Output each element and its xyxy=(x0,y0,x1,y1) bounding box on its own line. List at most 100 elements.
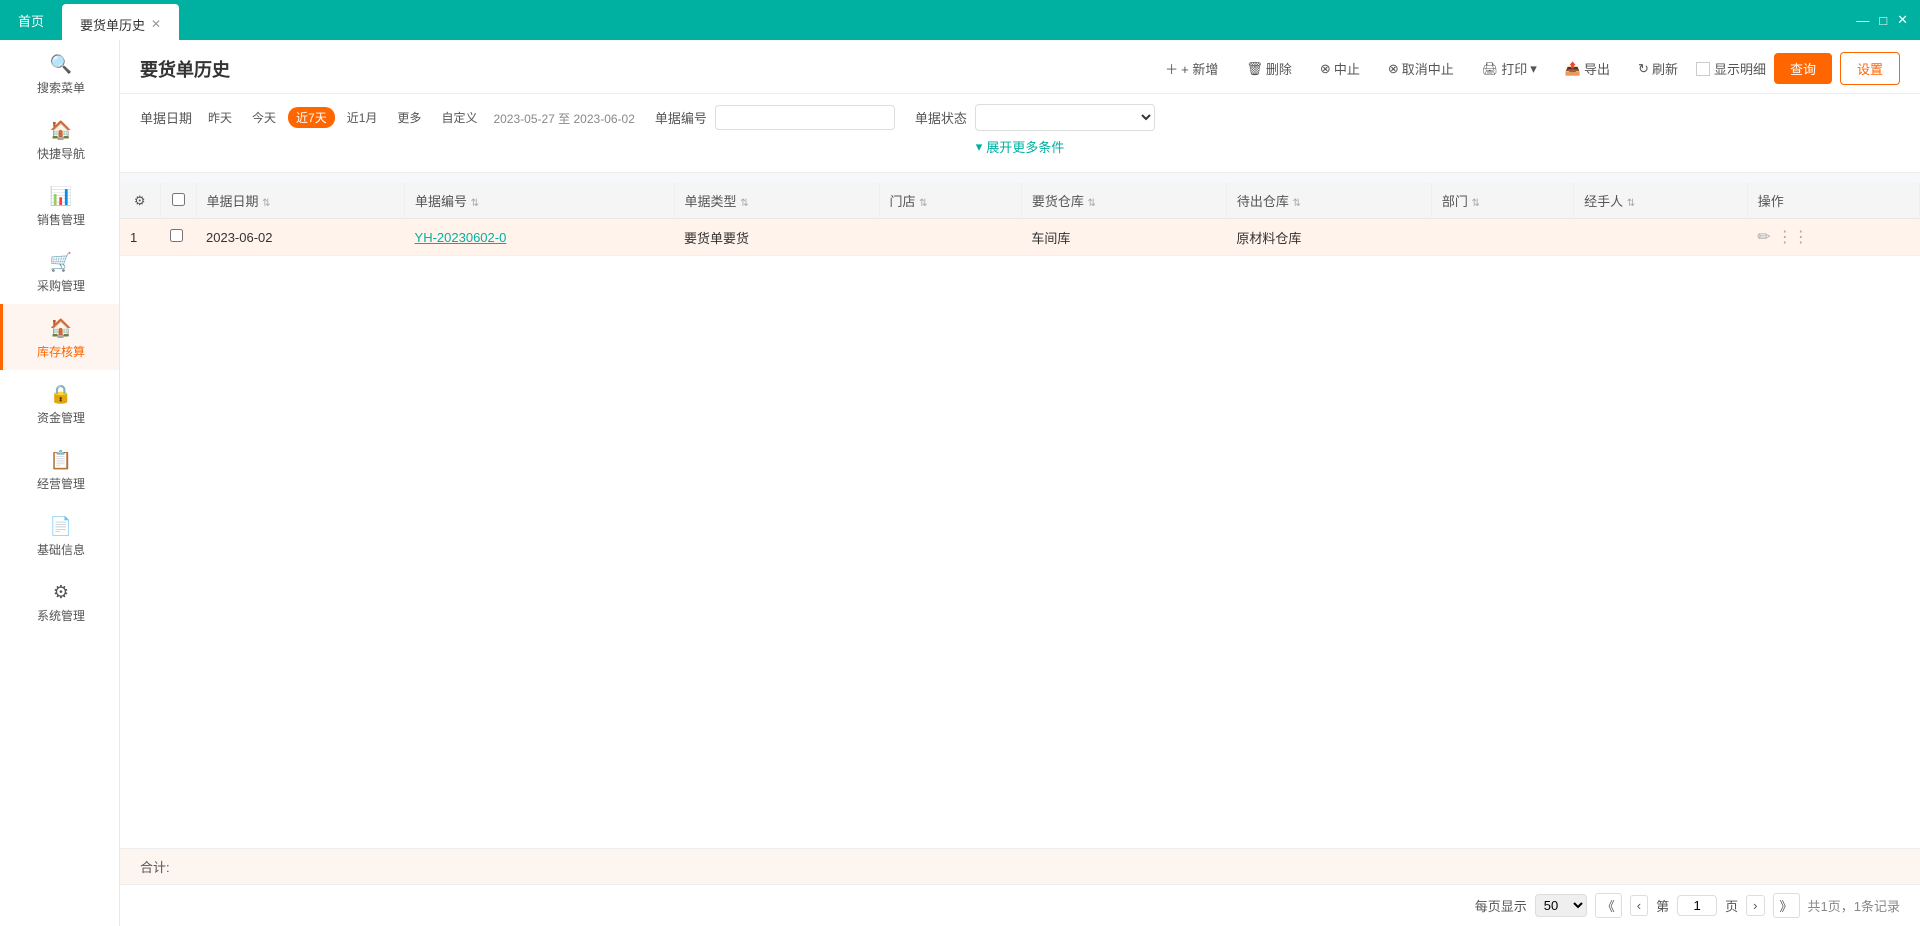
sort-warehouse-icon[interactable]: ⇅ xyxy=(1087,198,1095,209)
sidebar-item-search[interactable]: 🔍 搜索菜单 xyxy=(0,40,119,106)
date-option-yesterday[interactable]: 昨天 xyxy=(200,107,240,128)
row-docno-link[interactable]: YH-20230602-0 xyxy=(415,230,507,245)
sidebar-item-quicknav[interactable]: 🏠 快捷导航 xyxy=(0,106,119,172)
sort-docno-icon[interactable]: ⇅ xyxy=(471,198,479,209)
sort-doctype-icon[interactable]: ⇅ xyxy=(740,198,748,209)
sidebar-item-finance[interactable]: 🔒 资金管理 xyxy=(0,370,119,436)
stop-button[interactable]: ⊗ 中止 xyxy=(1310,54,1370,83)
date-option-7days[interactable]: 近7天 xyxy=(288,107,335,128)
th-action: 操作 xyxy=(1747,183,1919,219)
row-pending-warehouse: 原材料仓库 xyxy=(1226,219,1431,256)
first-page-btn[interactable]: 《 xyxy=(1595,893,1622,918)
last-page-btn[interactable]: 》 xyxy=(1773,893,1800,918)
th-date: 单据日期 ⇅ xyxy=(196,183,405,219)
export-button[interactable]: 📤 导出 xyxy=(1555,54,1620,83)
basicinfo-icon: 📄 xyxy=(50,516,72,537)
th-doctype: 单据类型 ⇅ xyxy=(674,183,879,219)
settings-col-icon[interactable]: ⚙ xyxy=(134,193,146,208)
display-detail-toggle[interactable]: 显示明细 xyxy=(1696,59,1766,78)
per-page-select[interactable]: 50 100 xyxy=(1535,894,1587,917)
edit-action-icon[interactable]: ✏ xyxy=(1757,227,1770,247)
delete-button[interactable]: 🗑 删除 xyxy=(1236,54,1302,83)
row-select-checkbox[interactable] xyxy=(170,229,183,242)
status-filter-group: 单据状态 xyxy=(915,104,1155,131)
docno-filter-group: 单据编号 xyxy=(655,105,895,130)
query-button[interactable]: 查询 xyxy=(1774,53,1832,84)
new-btn-label: + 新增 xyxy=(1181,59,1218,78)
finance-icon: 🔒 xyxy=(50,384,72,405)
close-window-icon[interactable]: ✕ xyxy=(1897,12,1908,28)
status-select[interactable] xyxy=(975,104,1155,131)
detail-checkbox[interactable] xyxy=(1696,62,1710,76)
tab-order-history[interactable]: 要货单历史 ✕ xyxy=(62,4,179,44)
table-footer: 合计: xyxy=(120,848,1920,884)
sidebar-item-system[interactable]: ⚙ 系统管理 xyxy=(0,568,119,634)
sort-pending-icon[interactable]: ⇅ xyxy=(1292,198,1300,209)
tab-home-label: 首页 xyxy=(18,11,44,30)
delete-btn-label: 删除 xyxy=(1266,59,1292,78)
th-warehouse-label: 要货仓库 xyxy=(1032,194,1084,209)
th-dept: 部门 ⇅ xyxy=(1431,183,1573,219)
filter-area: 单据日期 昨天 今天 近7天 近1月 更多 自定义 2023-05-27 至 2… xyxy=(120,94,1920,173)
th-pending-warehouse: 待出仓库 ⇅ xyxy=(1226,183,1431,219)
next-page-btn[interactable]: › xyxy=(1746,895,1764,916)
sidebar-inventory-label: 库存核算 xyxy=(37,343,85,360)
sidebar-item-purchase[interactable]: 🛒 采购管理 xyxy=(0,238,119,304)
print-btn-label: 打印 xyxy=(1501,59,1527,78)
th-warehouse: 要货仓库 ⇅ xyxy=(1021,183,1226,219)
expand-more-btn[interactable]: ▾ 展开更多条件 xyxy=(140,131,1900,162)
sidebar-sales-label: 销售管理 xyxy=(37,211,85,228)
date-option-custom[interactable]: 自定义 xyxy=(433,107,485,128)
refresh-button[interactable]: ↻ 刷新 xyxy=(1628,54,1688,83)
docno-label: 单据编号 xyxy=(655,108,707,127)
date-option-1month[interactable]: 近1月 xyxy=(339,107,386,128)
print-dropdown-icon: ▾ xyxy=(1530,61,1537,77)
cancel-stop-icon: ⊗ xyxy=(1388,61,1399,77)
date-option-more[interactable]: 更多 xyxy=(389,107,429,128)
window-controls: — □ ✕ xyxy=(1856,12,1920,28)
more-action-icon[interactable]: ⋮⋮ xyxy=(1777,227,1809,247)
th-store-label: 门店 xyxy=(890,194,916,209)
date-option-today[interactable]: 今天 xyxy=(244,107,284,128)
close-tab-icon[interactable]: ✕ xyxy=(151,17,161,31)
sidebar-operation-label: 经营管理 xyxy=(37,475,85,492)
sort-store-icon[interactable]: ⇅ xyxy=(919,198,927,209)
page-title: 要货单历史 xyxy=(140,56,1155,82)
sort-date-icon[interactable]: ⇅ xyxy=(262,198,270,209)
table-row: 1 2023-06-02 YH-20230602-0 要货单要货 车间库 原材料… xyxy=(120,219,1920,256)
new-button[interactable]: ＋ + 新增 xyxy=(1155,54,1228,83)
settings-button[interactable]: 设置 xyxy=(1840,52,1900,85)
cancel-stop-button[interactable]: ⊗ 取消中止 xyxy=(1378,54,1464,83)
sidebar-purchase-label: 采购管理 xyxy=(37,277,85,294)
page-unit: 页 xyxy=(1725,896,1738,915)
sidebar-item-operation[interactable]: 📋 经营管理 xyxy=(0,436,119,502)
sidebar-basicinfo-label: 基础信息 xyxy=(37,541,85,558)
sidebar-item-basicinfo[interactable]: 📄 基础信息 xyxy=(0,502,119,568)
row-store xyxy=(879,219,1021,256)
th-handler-label: 经手人 xyxy=(1584,194,1623,209)
sidebar-search-label: 搜索菜单 xyxy=(37,79,85,96)
sidebar-item-sales[interactable]: 📊 销售管理 xyxy=(0,172,119,238)
row-docno[interactable]: YH-20230602-0 xyxy=(405,219,675,256)
sidebar-item-inventory[interactable]: 🏠 库存核算 xyxy=(0,304,119,370)
page-label: 第 xyxy=(1656,896,1669,915)
minimize-icon[interactable]: — xyxy=(1856,13,1869,28)
stop-icon: ⊗ xyxy=(1320,61,1331,77)
export-icon: 📤 xyxy=(1565,61,1581,77)
row-date: 2023-06-02 xyxy=(196,219,405,256)
sort-handler-icon[interactable]: ⇅ xyxy=(1627,198,1635,209)
docno-input[interactable] xyxy=(715,105,895,130)
print-button[interactable]: 🖨 打印 ▾ xyxy=(1472,54,1547,83)
delete-icon: 🗑 xyxy=(1246,61,1263,77)
maximize-icon[interactable]: □ xyxy=(1879,13,1887,28)
purchase-icon: 🛒 xyxy=(50,252,72,273)
select-all-checkbox[interactable] xyxy=(172,193,185,206)
tab-home[interactable]: 首页 xyxy=(0,0,62,40)
th-action-label: 操作 xyxy=(1758,194,1784,209)
content-area: 要货单历史 ＋ + 新增 🗑 删除 ⊗ 中止 ⊗ 取消中止 xyxy=(120,40,1920,926)
sort-dept-icon[interactable]: ⇅ xyxy=(1471,198,1479,209)
row-doctype: 要货单要货 xyxy=(674,219,879,256)
th-pending-warehouse-label: 待出仓库 xyxy=(1237,194,1289,209)
page-input[interactable] xyxy=(1677,895,1717,916)
prev-page-btn[interactable]: ‹ xyxy=(1630,895,1648,916)
